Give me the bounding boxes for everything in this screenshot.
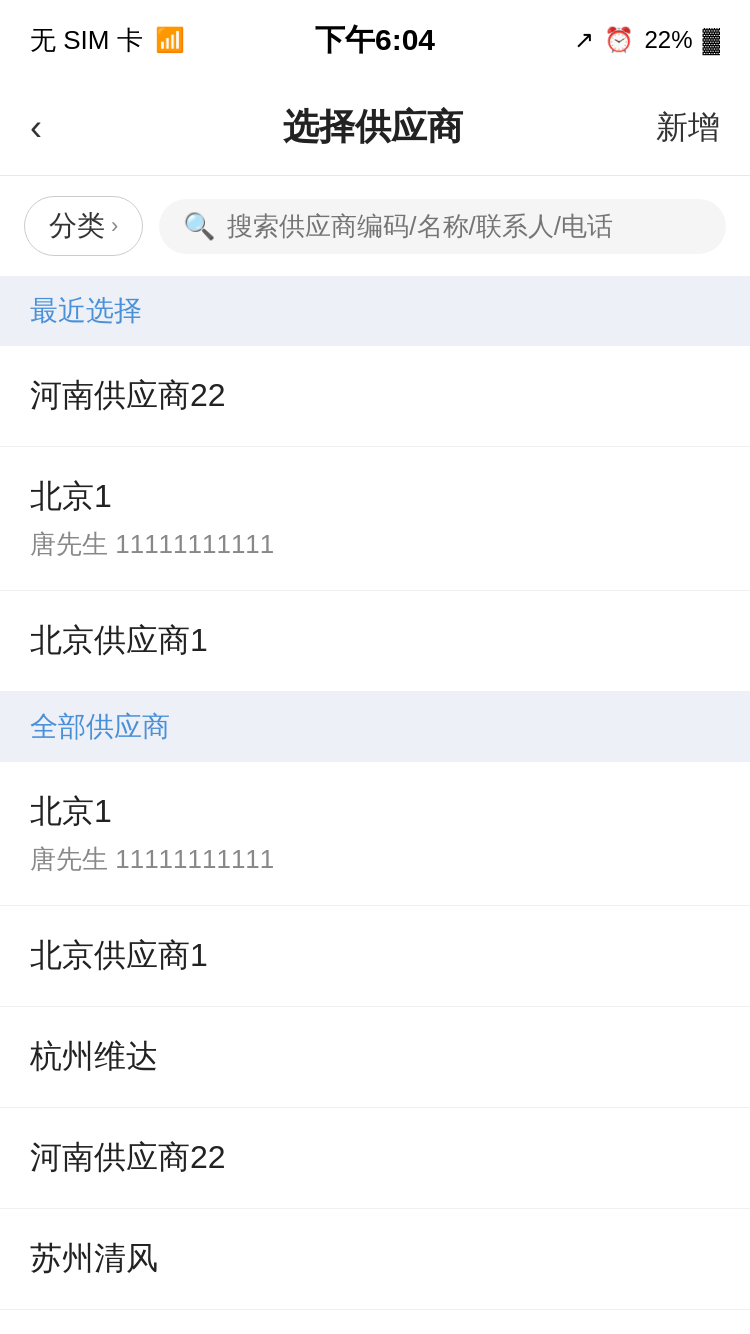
search-icon: 🔍 bbox=[183, 211, 215, 242]
item-name: 北京1 bbox=[30, 790, 720, 834]
status-left: 无 SIM 卡 📶 bbox=[30, 23, 185, 58]
item-name: 北京供应商1 bbox=[30, 619, 720, 663]
status-bar: 无 SIM 卡 📶 下午6:04 ↗ ⏰ 22% ▓ bbox=[0, 0, 750, 80]
search-input[interactable] bbox=[227, 211, 702, 242]
item-name: 河南供应商22 bbox=[30, 1136, 720, 1180]
location-icon: ↗ bbox=[574, 26, 594, 54]
all-section-label: 全部供应商 bbox=[30, 711, 170, 742]
all-suppliers-list: 北京1 唐先生 11111111111 北京供应商1 杭州维达河南供应商22 苏州清风 bbox=[0, 762, 750, 1310]
item-sub: 唐先生 11111111111 bbox=[30, 842, 720, 877]
recent-list: 河南供应商22 北京1 唐先生 11111111111 北京供应商1 bbox=[0, 346, 750, 692]
recent-section-header: 最近选择 bbox=[0, 276, 750, 346]
wifi-icon: 📶 bbox=[155, 26, 185, 54]
item-name: 北京供应商1 bbox=[30, 934, 720, 978]
item-name: 杭州维达 bbox=[30, 1035, 720, 1079]
list-item[interactable]: 河南供应商22 bbox=[0, 1108, 750, 1209]
category-button[interactable]: 分类 › bbox=[24, 196, 143, 256]
list-item[interactable]: 北京供应商1 bbox=[0, 591, 750, 692]
list-item[interactable]: 北京供应商1 bbox=[0, 906, 750, 1007]
battery-label: 22% bbox=[644, 26, 692, 54]
nav-bar: ‹ 选择供应商 新增 bbox=[0, 80, 750, 176]
filter-bar: 分类 › 🔍 bbox=[0, 176, 750, 276]
all-section-header: 全部供应商 bbox=[0, 692, 750, 762]
item-name: 苏州清风 bbox=[30, 1237, 720, 1281]
search-box[interactable]: 🔍 bbox=[159, 199, 726, 254]
item-sub: 唐先生 11111111111 bbox=[30, 527, 720, 562]
status-time: 下午6:04 bbox=[315, 20, 435, 61]
item-name: 河南供应商22 bbox=[30, 374, 720, 418]
recent-section-label: 最近选择 bbox=[30, 295, 142, 326]
new-action-button[interactable]: 新增 bbox=[656, 106, 720, 150]
carrier-label: 无 SIM 卡 bbox=[30, 23, 143, 58]
category-label: 分类 bbox=[49, 207, 105, 245]
battery-icon: ▓ bbox=[703, 26, 721, 54]
chevron-right-icon: › bbox=[111, 213, 118, 239]
list-item[interactable]: 北京1 唐先生 11111111111 bbox=[0, 447, 750, 591]
item-name: 北京1 bbox=[30, 475, 720, 519]
alarm-icon: ⏰ bbox=[604, 26, 634, 54]
list-item[interactable]: 北京1 唐先生 11111111111 bbox=[0, 762, 750, 906]
back-button[interactable]: ‹ bbox=[30, 107, 90, 149]
status-right: ↗ ⏰ 22% ▓ bbox=[574, 26, 720, 54]
list-item[interactable]: 苏州清风 bbox=[0, 1209, 750, 1310]
page-title: 选择供应商 bbox=[283, 103, 463, 152]
list-item[interactable]: 杭州维达 bbox=[0, 1007, 750, 1108]
list-item[interactable]: 河南供应商22 bbox=[0, 346, 750, 447]
